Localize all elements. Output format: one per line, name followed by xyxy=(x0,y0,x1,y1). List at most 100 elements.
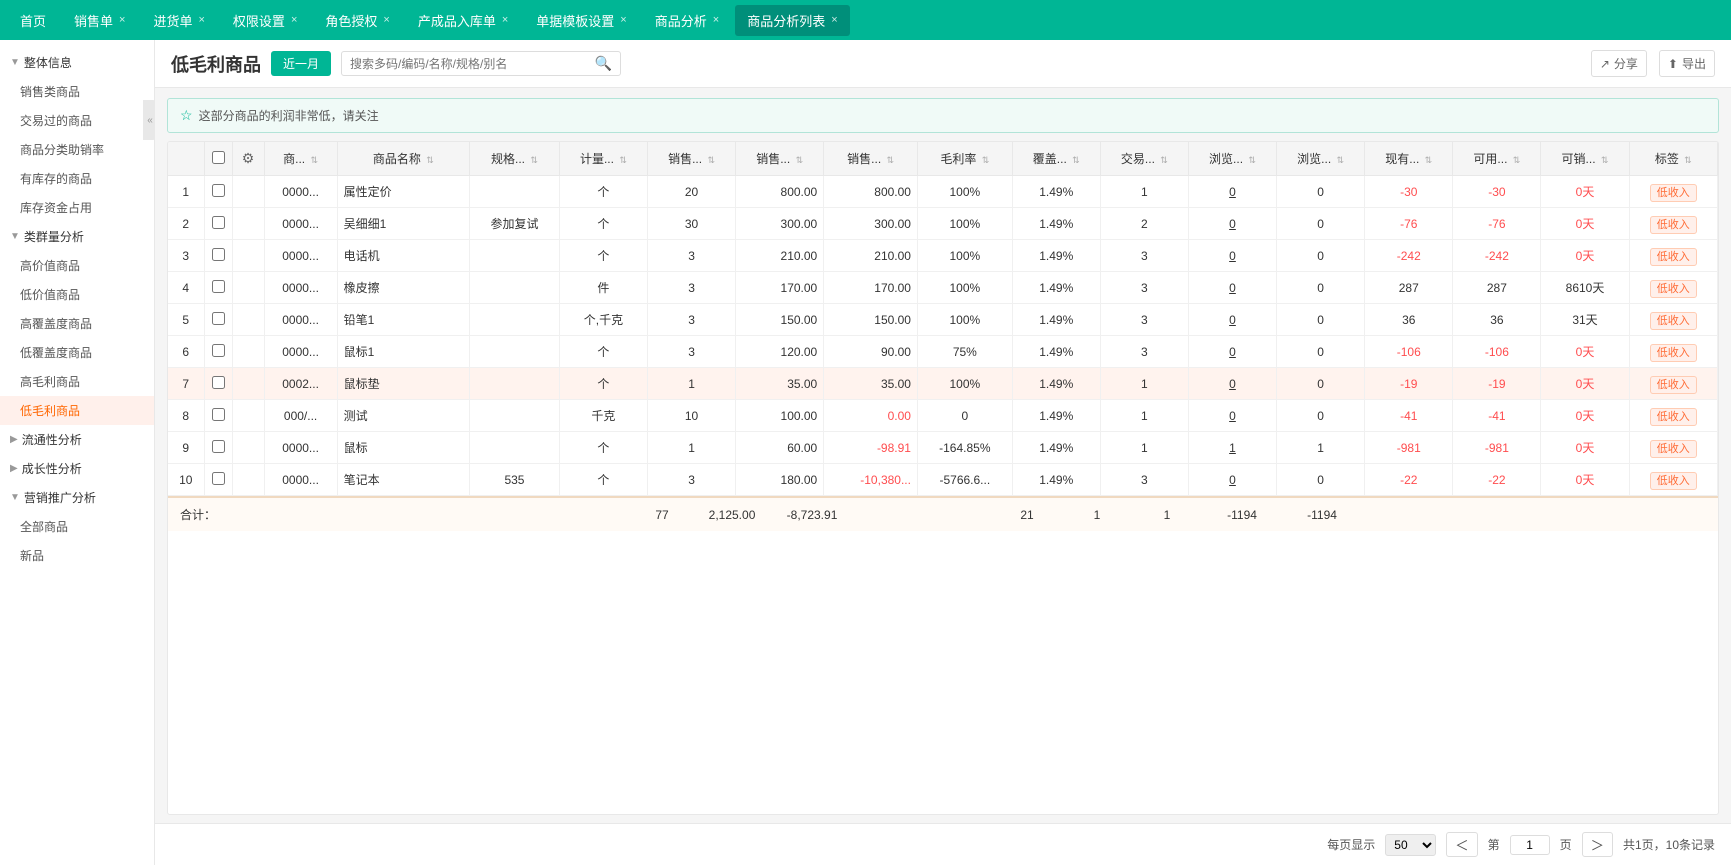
nav-home[interactable]: 首页 xyxy=(8,5,58,36)
row-checkbox[interactable] xyxy=(212,280,225,293)
row-checkbox[interactable] xyxy=(212,472,225,485)
nav-product-analysis-close[interactable]: × xyxy=(713,14,719,26)
cell-checkbox[interactable] xyxy=(204,272,232,304)
cell-checkbox[interactable] xyxy=(204,208,232,240)
cell-browse1[interactable]: 0 xyxy=(1188,304,1276,336)
sidebar-collapse-btn[interactable]: « xyxy=(143,100,155,140)
cell-browse1[interactable]: 0 xyxy=(1188,176,1276,208)
sidebar-group-marketing[interactable]: ▼ 营销推广分析 xyxy=(0,483,154,512)
browse1-link[interactable]: 0 xyxy=(1229,281,1236,295)
sidebar-item-sales-products[interactable]: 销售类商品 xyxy=(0,77,154,106)
nav-product-entry-close[interactable]: × xyxy=(502,14,508,26)
nav-sales[interactable]: 销售单 × xyxy=(62,5,137,36)
col-sales-profit[interactable]: 销售... ⇅ xyxy=(824,142,918,176)
col-sellable[interactable]: 可销... ⇅ xyxy=(1541,142,1629,176)
sidebar-item-high-margin[interactable]: 高毛利商品 xyxy=(0,367,154,396)
col-coverage[interactable]: 覆盖... ⇅ xyxy=(1012,142,1100,176)
sidebar-item-high-value[interactable]: 高价值商品 xyxy=(0,251,154,280)
sidebar-item-inventory-products[interactable]: 有库存的商品 xyxy=(0,164,154,193)
col-transaction[interactable]: 交易... ⇅ xyxy=(1100,142,1188,176)
cell-checkbox[interactable] xyxy=(204,464,232,496)
export-button[interactable]: ⬆ 导出 xyxy=(1659,50,1715,77)
nav-product-analysis[interactable]: 商品分析 × xyxy=(643,5,731,36)
cell-browse1[interactable]: 0 xyxy=(1188,208,1276,240)
col-unit[interactable]: 计量... ⇅ xyxy=(559,142,647,176)
next-page-btn[interactable]: ＞ xyxy=(1582,832,1613,857)
browse1-link[interactable]: 0 xyxy=(1229,313,1236,327)
sidebar-item-all-products[interactable]: 全部商品 xyxy=(0,512,154,541)
col-spec[interactable]: 规格... ⇅ xyxy=(470,142,560,176)
col-code[interactable]: 商... ⇅ xyxy=(264,142,337,176)
browse1-link[interactable]: 0 xyxy=(1229,377,1236,391)
browse1-link[interactable]: 0 xyxy=(1229,185,1236,199)
sidebar-item-low-coverage[interactable]: 低覆盖度商品 xyxy=(0,338,154,367)
cell-checkbox[interactable] xyxy=(204,368,232,400)
share-button[interactable]: ↗ 分享 xyxy=(1591,50,1647,77)
cell-browse1[interactable]: 1 xyxy=(1188,432,1276,464)
cell-checkbox[interactable] xyxy=(204,432,232,464)
col-available[interactable]: 可用... ⇅ xyxy=(1453,142,1541,176)
row-checkbox[interactable] xyxy=(212,376,225,389)
col-browse1[interactable]: 浏览... ⇅ xyxy=(1188,142,1276,176)
cell-browse1[interactable]: 0 xyxy=(1188,336,1276,368)
date-filter-button[interactable]: 近一月 xyxy=(271,51,331,76)
sidebar-group-growth[interactable]: ▶ 成长性分析 xyxy=(0,454,154,483)
settings-icon[interactable]: ⚙ xyxy=(242,150,255,166)
col-gross-rate[interactable]: 毛利率 ⇅ xyxy=(917,142,1012,176)
nav-product-analysis-list-close[interactable]: × xyxy=(831,14,837,26)
sidebar-item-category-rate[interactable]: 商品分类助销率 xyxy=(0,135,154,164)
nav-purchase-close[interactable]: × xyxy=(198,14,204,26)
sidebar-item-low-margin[interactable]: 低毛利商品 xyxy=(0,396,154,425)
nav-product-entry[interactable]: 产成品入库单 × xyxy=(406,5,520,36)
cell-checkbox[interactable] xyxy=(204,176,232,208)
select-all-checkbox[interactable] xyxy=(212,151,225,164)
sidebar-group-circulation[interactable]: ▶ 流通性分析 xyxy=(0,425,154,454)
col-name[interactable]: 商品名称 ⇅ xyxy=(337,142,469,176)
sidebar-item-traded-products[interactable]: 交易过的商品 xyxy=(0,106,154,135)
sidebar-item-high-coverage[interactable]: 高覆盖度商品 xyxy=(0,309,154,338)
cell-browse1[interactable]: 0 xyxy=(1188,400,1276,432)
col-browse2[interactable]: 浏览... ⇅ xyxy=(1277,142,1365,176)
browse1-link[interactable]: 0 xyxy=(1229,217,1236,231)
browse1-link[interactable]: 0 xyxy=(1229,409,1236,423)
nav-role-close[interactable]: × xyxy=(383,14,389,26)
search-input[interactable] xyxy=(350,57,589,71)
nav-role[interactable]: 角色授权 × xyxy=(313,5,401,36)
cell-browse1[interactable]: 0 xyxy=(1188,368,1276,400)
col-tag[interactable]: 标签 ⇅ xyxy=(1629,142,1717,176)
nav-permission-close[interactable]: × xyxy=(291,14,297,26)
row-checkbox[interactable] xyxy=(212,408,225,421)
sidebar-item-new-products[interactable]: 新品 xyxy=(0,541,154,570)
browse1-link[interactable]: 0 xyxy=(1229,249,1236,263)
cell-browse1[interactable]: 0 xyxy=(1188,464,1276,496)
nav-sales-close[interactable]: × xyxy=(119,14,125,26)
row-checkbox[interactable] xyxy=(212,216,225,229)
per-page-select[interactable]: 50 100 xyxy=(1385,834,1436,856)
cell-checkbox[interactable] xyxy=(204,336,232,368)
browse1-link[interactable]: 1 xyxy=(1229,441,1236,455)
row-checkbox[interactable] xyxy=(212,184,225,197)
nav-purchase[interactable]: 进货单 × xyxy=(141,5,216,36)
prev-page-btn[interactable]: ＜ xyxy=(1446,832,1477,857)
col-sales-qty[interactable]: 销售... ⇅ xyxy=(647,142,735,176)
col-current[interactable]: 现有... ⇅ xyxy=(1365,142,1453,176)
page-number-input[interactable] xyxy=(1510,835,1550,855)
sidebar-item-low-value[interactable]: 低价值商品 xyxy=(0,280,154,309)
col-sales-price[interactable]: 销售... ⇅ xyxy=(736,142,824,176)
cell-browse1[interactable]: 0 xyxy=(1188,272,1276,304)
row-checkbox[interactable] xyxy=(212,248,225,261)
nav-template[interactable]: 单据模板设置 × xyxy=(524,5,638,36)
nav-permission[interactable]: 权限设置 × xyxy=(221,5,309,36)
sidebar-group-overall[interactable]: ▼ 整体信息 xyxy=(0,48,154,77)
nav-product-analysis-list[interactable]: 商品分析列表 × xyxy=(735,5,849,36)
cell-checkbox[interactable] xyxy=(204,304,232,336)
browse1-link[interactable]: 0 xyxy=(1229,345,1236,359)
search-icon[interactable]: 🔍 xyxy=(595,55,612,72)
cell-browse1[interactable]: 0 xyxy=(1188,240,1276,272)
sidebar-group-cluster[interactable]: ▼ 类群量分析 xyxy=(0,222,154,251)
row-checkbox[interactable] xyxy=(212,440,225,453)
row-checkbox[interactable] xyxy=(212,312,225,325)
nav-template-close[interactable]: × xyxy=(620,14,626,26)
cell-checkbox[interactable] xyxy=(204,240,232,272)
browse1-link[interactable]: 0 xyxy=(1229,473,1236,487)
